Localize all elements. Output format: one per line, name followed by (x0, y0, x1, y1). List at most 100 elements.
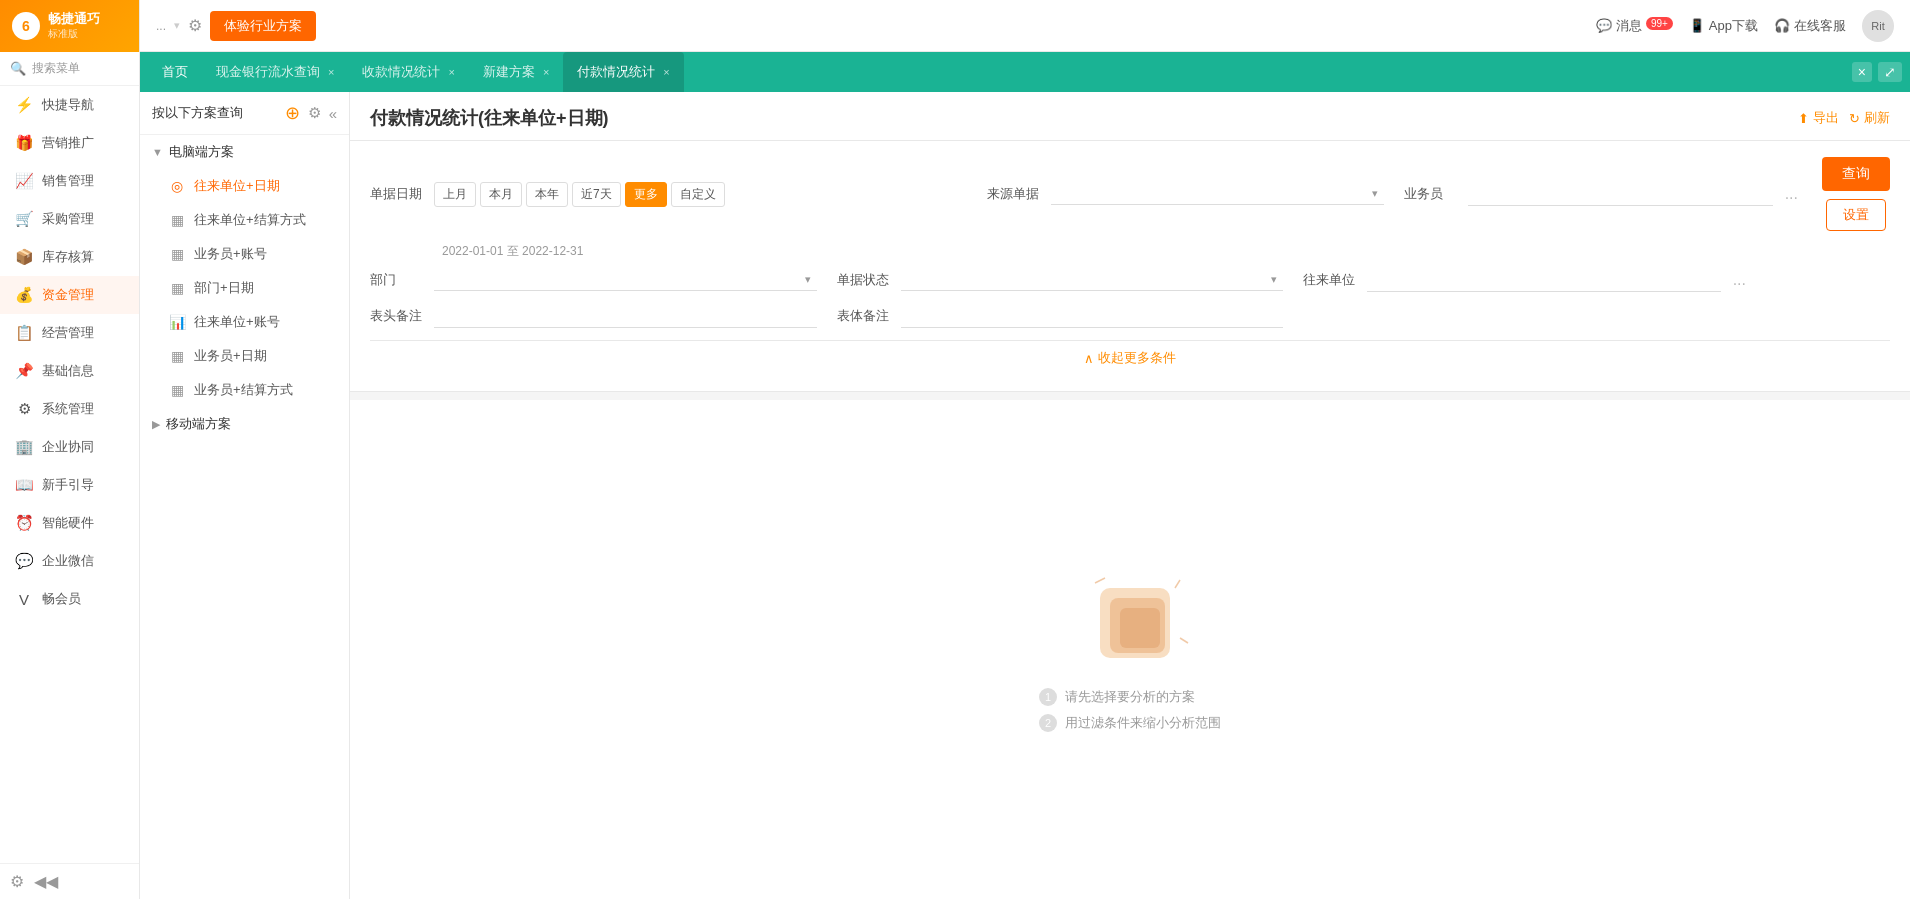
sidebar-item-marketing[interactable]: 🎁 营销推广 (0, 124, 139, 162)
refresh-button[interactable]: ↻ 刷新 (1849, 109, 1890, 127)
sidebar-item-purchase[interactable]: 🛒 采购管理 (0, 200, 139, 238)
dept-select[interactable]: ▾ (434, 269, 817, 291)
staff-date-icon: ▦ (168, 348, 186, 364)
tab-bank-flow[interactable]: 现金银行流水查询 × (202, 52, 348, 92)
service-label: 在线客服 (1794, 17, 1846, 35)
trial-button[interactable]: 体验行业方案 (210, 11, 316, 41)
sidebar-item-vip[interactable]: V 畅会员 (0, 580, 139, 618)
app-download-action[interactable]: 📱 App下载 (1689, 17, 1758, 35)
date-btn-more[interactable]: 更多 (625, 182, 667, 207)
window-close-btn[interactable]: × (1852, 62, 1872, 82)
filter-body-note-item: 表体备注 (837, 304, 1284, 328)
page-title: 付款情况统计(往来单位+日期) (370, 106, 609, 130)
sidebar-item-label: 资金管理 (42, 286, 94, 304)
sidebar: 6 畅捷通巧 标准版 🔍 搜索菜单 ⚡ 快捷导航 🎁 营销推广 📈 销售管理 🛒… (0, 0, 140, 899)
svg-rect-2 (1120, 608, 1160, 648)
sidebar-item-inventory[interactable]: 📦 库存核算 (0, 238, 139, 276)
sidebar-item-label: 新手引导 (42, 476, 94, 494)
tab-receipt-stats[interactable]: 收款情况统计 × (348, 52, 468, 92)
staff-input[interactable] (1468, 182, 1772, 206)
sidebar-item-operations[interactable]: 📋 经营管理 (0, 314, 139, 352)
sidebar-item-hardware[interactable]: ⏰ 智能硬件 (0, 504, 139, 542)
schema-item-unit-account[interactable]: 📊 往来单位+账号 (140, 305, 349, 339)
date-btn-this-year[interactable]: 本年 (526, 182, 568, 207)
page-header-actions: ⬆ 导出 ↻ 刷新 (1798, 109, 1890, 127)
desktop-group-title[interactable]: ▼ 电脑端方案 (140, 135, 349, 169)
staff-dots[interactable]: ... (1781, 185, 1802, 203)
tab-payment-stats-close[interactable]: × (663, 66, 669, 78)
topbar: ... ▾ ⚙ 体验行业方案 💬 消息 99+ 📱 App下载 🎧 在线客服 R… (140, 0, 1910, 52)
window-expand-btn[interactable]: ⤢ (1878, 62, 1902, 82)
tab-payment-stats[interactable]: 付款情况统计 × (563, 52, 683, 92)
tab-home[interactable]: 首页 (148, 52, 202, 92)
docstatus-select-arrow: ▾ (1271, 273, 1277, 286)
schema-item-staff-account[interactable]: ▦ 业务员+账号 (140, 237, 349, 271)
logo-icon: 6 (12, 12, 40, 40)
sidebar-item-label: 营销推广 (42, 134, 94, 152)
docstatus-select[interactable]: ▾ (901, 269, 1284, 291)
sidebar-item-basic[interactable]: 📌 基础信息 (0, 352, 139, 390)
refresh-label: 刷新 (1864, 109, 1890, 127)
schema-item-unit-date[interactable]: ◎ 往来单位+日期 (140, 169, 349, 203)
add-scheme-icon[interactable]: ⊕ (285, 102, 300, 124)
system-icon: ⚙ (14, 400, 34, 418)
customer-service-action[interactable]: 🎧 在线客服 (1774, 17, 1846, 35)
counterpart-dots[interactable]: ... (1729, 271, 1750, 289)
sidebar-item-sales[interactable]: 📈 销售管理 (0, 162, 139, 200)
settings-button[interactable]: 设置 (1826, 199, 1886, 231)
user-avatar[interactable]: Rit (1862, 10, 1894, 42)
schema-item-label: 往来单位+日期 (194, 177, 280, 195)
filter-docstatus-item: 单据状态 ▾ (837, 269, 1284, 291)
topbar-settings-icon[interactable]: ⚙ (188, 16, 202, 35)
footer-settings-icon[interactable]: ⚙ (10, 872, 24, 891)
sidebar-item-quick-nav[interactable]: ⚡ 快捷导航 (0, 86, 139, 124)
basic-icon: 📌 (14, 362, 34, 380)
schema-item-staff-settle[interactable]: ▦ 业务员+结算方式 (140, 373, 349, 407)
header-note-input[interactable] (434, 304, 817, 328)
filter-action-buttons: 查询 设置 (1822, 157, 1890, 231)
breadcrumb-text: ... (156, 19, 166, 33)
unit-account-icon: 📊 (168, 314, 186, 330)
filter-source-item: 来源单据 ▾ (987, 183, 1385, 205)
search-label: 搜索菜单 (32, 60, 80, 77)
purchase-icon: 🛒 (14, 210, 34, 228)
filter-row-1: 单据日期 上月 本月 本年 近7天 更多 自定义 来源单据 (370, 157, 1890, 231)
tab-new-scheme[interactable]: 新建方案 × (469, 52, 563, 92)
sidebar-item-enterprise[interactable]: 🏢 企业协同 (0, 428, 139, 466)
footer-collapse-icon[interactable]: ◀◀ (34, 872, 58, 891)
counterpart-input[interactable] (1367, 268, 1720, 292)
date-btn-this-month[interactable]: 本月 (480, 182, 522, 207)
dept-select-arrow: ▾ (805, 273, 811, 286)
tab-new-scheme-close[interactable]: × (543, 66, 549, 78)
tab-bank-flow-close[interactable]: × (328, 66, 334, 78)
wechat-icon: 💬 (14, 552, 34, 570)
message-action[interactable]: 💬 消息 99+ (1596, 17, 1673, 35)
body-note-input[interactable] (901, 304, 1284, 328)
collapse-bar[interactable]: ∧ 收起更多条件 (370, 340, 1890, 375)
schema-item-unit-settle[interactable]: ▦ 往来单位+结算方式 (140, 203, 349, 237)
date-btn-custom[interactable]: 自定义 (671, 182, 725, 207)
refresh-icon: ↻ (1849, 111, 1860, 126)
left-panel-collapse-icon[interactable]: « (329, 105, 337, 122)
unit-date-icon: ◎ (168, 178, 186, 194)
sidebar-item-system[interactable]: ⚙ 系统管理 (0, 390, 139, 428)
sidebar-item-wechat[interactable]: 💬 企业微信 (0, 542, 139, 580)
left-panel: 按以下方案查询 ⊕ ⚙ « ▼ 电脑端方案 ◎ 往来单位+日期 ▦ (140, 92, 350, 899)
sidebar-item-guide[interactable]: 📖 新手引导 (0, 466, 139, 504)
date-btn-last-month[interactable]: 上月 (434, 182, 476, 207)
message-label: 消息 (1616, 17, 1642, 35)
date-btn-last-7days[interactable]: 近7天 (572, 182, 621, 207)
schema-item-staff-date[interactable]: ▦ 业务员+日期 (140, 339, 349, 373)
export-button[interactable]: ⬆ 导出 (1798, 109, 1839, 127)
empty-tip-1: 1 请先选择要分析的方案 (1039, 688, 1221, 706)
source-select[interactable]: ▾ (1051, 183, 1385, 205)
sidebar-search[interactable]: 🔍 搜索菜单 (0, 52, 139, 86)
mobile-group-title[interactable]: ▶ 移动端方案 (140, 407, 349, 441)
sidebar-item-label: 快捷导航 (42, 96, 94, 114)
query-button[interactable]: 查询 (1822, 157, 1890, 191)
sidebar-item-finance[interactable]: 💰 资金管理 (0, 276, 139, 314)
schema-item-dept-date[interactable]: ▦ 部门+日期 (140, 271, 349, 305)
scheme-settings-icon[interactable]: ⚙ (308, 104, 321, 122)
tab-receipt-stats-close[interactable]: × (448, 66, 454, 78)
empty-tips: 1 请先选择要分析的方案 2 用过滤条件来缩小分析范围 (1039, 688, 1221, 732)
